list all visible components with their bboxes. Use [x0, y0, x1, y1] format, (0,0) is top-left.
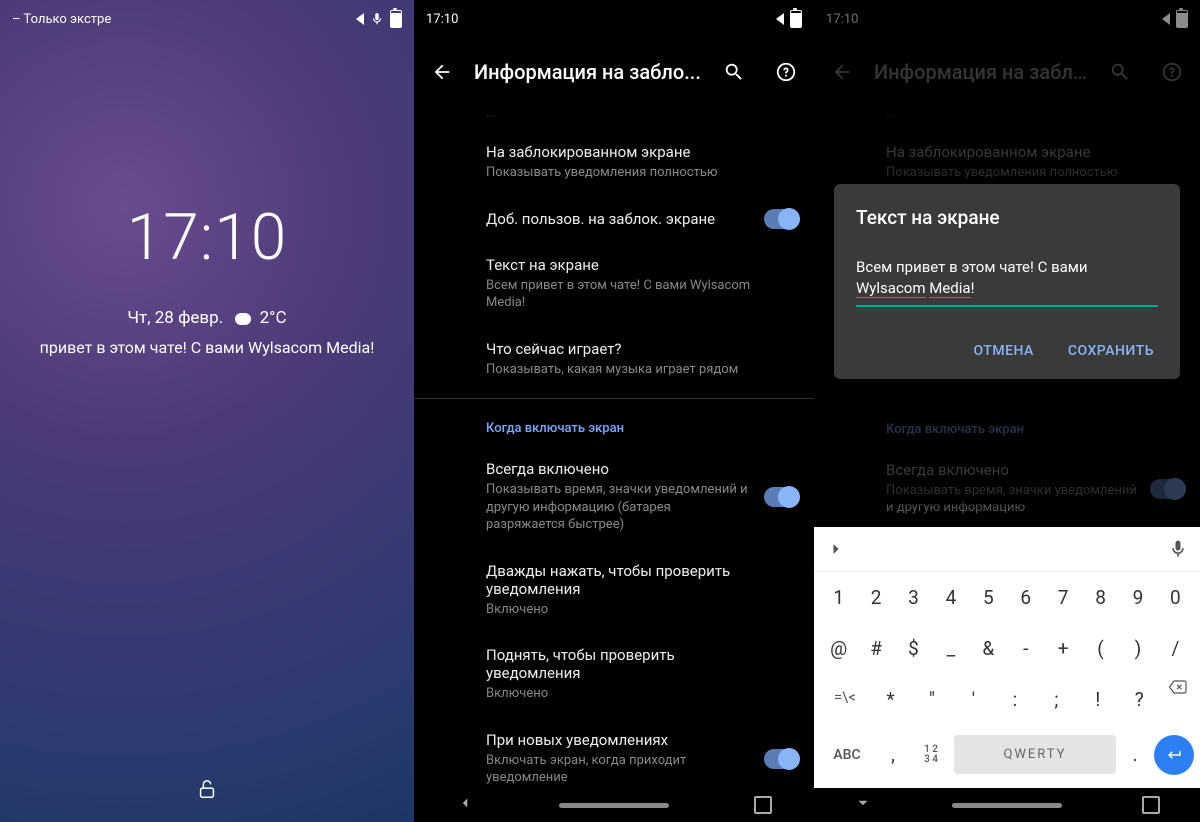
toggle-add-users[interactable] — [764, 209, 798, 229]
section-when-turn-on: Когда включать экран — [414, 405, 814, 446]
key[interactable]: 2 — [857, 576, 894, 619]
key[interactable]: & — [970, 627, 1007, 670]
lock-message: привет в этом чате! С вами Wylsacom Medi… — [0, 338, 414, 357]
item-lift-to-check[interactable]: Поднять, чтобы проверить уведомления Вкл… — [414, 632, 814, 717]
cancel-button[interactable]: ОТМЕНА — [969, 335, 1037, 367]
enter-key[interactable] — [1154, 735, 1194, 775]
key-period[interactable]: . — [1120, 733, 1150, 776]
save-button[interactable]: СОХРАНИТЬ — [1064, 335, 1158, 367]
toggle-new-notifications[interactable] — [764, 749, 798, 769]
nav-recent[interactable] — [1142, 796, 1160, 814]
item-on-lockscreen[interactable]: На заблокированном экране Показывать уве… — [414, 129, 814, 196]
key[interactable]: - — [1007, 627, 1044, 670]
nav-home[interactable] — [952, 803, 1062, 808]
settings-phone-dialog: 17:10 Информация на забло... ... На забл… — [814, 0, 1200, 822]
page-title: Информация на забло... — [474, 60, 702, 84]
settings-phone: 17:10 Информация на забло... ... На забл… — [414, 0, 814, 822]
keyboard[interactable]: 1234567890 @#$_&-+()/ =\< *"':;!? ABC , … — [814, 527, 1200, 788]
mic-icon — [370, 12, 384, 26]
nav-bar — [414, 788, 814, 822]
key[interactable]: 6 — [1007, 576, 1044, 619]
key[interactable]: * — [870, 678, 911, 721]
app-bar: Информация на забло... — [414, 46, 814, 98]
key[interactable]: 7 — [1044, 576, 1081, 619]
key-symbols[interactable]: =\< — [820, 678, 870, 721]
key[interactable]: # — [857, 627, 894, 670]
key[interactable]: : — [994, 678, 1035, 721]
carrier-text: – Только экстре — [12, 12, 111, 27]
nav-home[interactable] — [559, 803, 669, 808]
keyboard-row-3: =\< *"':;!? — [814, 674, 1200, 725]
dialog-text-input[interactable]: Всем привет в этом чате! С вами Wylsacom… — [856, 257, 1158, 307]
help-button[interactable] — [766, 52, 806, 92]
item-always-on[interactable]: Всегда включено Показывать время, значки… — [414, 446, 814, 548]
backspace-key[interactable] — [1160, 678, 1194, 721]
key[interactable]: 4 — [932, 576, 969, 619]
status-time: 17:10 — [426, 12, 458, 27]
keyboard-row-1: 1234567890 — [814, 572, 1200, 623]
spacebar[interactable]: QWERTY — [954, 735, 1116, 774]
item-lockscreen-text[interactable]: Текст на экране Всем привет в этом чате!… — [414, 242, 814, 326]
wifi-icon — [768, 13, 784, 25]
key[interactable]: + — [1044, 627, 1081, 670]
nav-recent[interactable] — [754, 796, 772, 814]
status-bar: 17:10 — [414, 0, 814, 34]
key[interactable]: 3 — [895, 576, 932, 619]
lockscreen-phone: – Только экстре 17:10 Чт, 28 февр. 2°C п… — [0, 0, 414, 822]
back-button[interactable] — [422, 52, 462, 92]
wifi-icon — [348, 13, 364, 25]
toggle-always-on[interactable] — [764, 487, 798, 507]
item-new-notifications[interactable]: При новых уведомлениях Включать экран, к… — [414, 717, 814, 788]
key[interactable]: $ — [895, 627, 932, 670]
key[interactable]: 8 — [1082, 576, 1119, 619]
key[interactable]: 5 — [970, 576, 1007, 619]
battery-icon — [390, 10, 402, 28]
key[interactable]: ? — [1119, 678, 1160, 721]
key[interactable]: @ — [820, 627, 857, 670]
key[interactable]: " — [911, 678, 952, 721]
item-add-users[interactable]: Доб. пользов. на заблок. экране — [414, 196, 814, 242]
key-abc[interactable]: ABC — [820, 747, 874, 763]
key[interactable]: ( — [1082, 627, 1119, 670]
dialog-title: Текст на экране — [856, 206, 1158, 229]
lock-date-weather: Чт, 28 февр. 2°C — [0, 308, 414, 328]
mic-icon[interactable] — [1168, 539, 1188, 563]
key[interactable]: 0 — [1157, 576, 1194, 619]
key[interactable]: 9 — [1119, 576, 1156, 619]
nav-back-icon[interactable] — [456, 794, 474, 816]
key[interactable]: ) — [1119, 627, 1156, 670]
key[interactable]: ; — [1036, 678, 1077, 721]
hint-what-to-show: ... — [414, 100, 814, 129]
nav-bar — [814, 788, 1200, 822]
text-on-screen-dialog: Текст на экране Всем привет в этом чате!… — [834, 184, 1180, 379]
unlock-icon[interactable] — [196, 776, 218, 806]
chevron-right-icon[interactable] — [826, 539, 846, 563]
status-bar: – Только экстре — [0, 0, 414, 34]
keyboard-row-2: @#$_&-+()/ — [814, 623, 1200, 674]
lock-clock: 17:10 — [0, 200, 414, 275]
key[interactable]: ! — [1077, 678, 1118, 721]
item-now-playing[interactable]: Что сейчас играет? Показывать, какая муз… — [414, 326, 814, 393]
divider — [414, 398, 814, 399]
settings-list[interactable]: ... На заблокированном экране Показывать… — [414, 100, 814, 788]
key[interactable]: 1 — [820, 576, 857, 619]
battery-icon — [790, 10, 802, 28]
key[interactable]: _ — [932, 627, 969, 670]
key[interactable]: / — [1157, 627, 1194, 670]
key[interactable]: ' — [953, 678, 994, 721]
search-button[interactable] — [714, 52, 754, 92]
key-fractions[interactable]: 1 2 3 4 — [912, 745, 950, 765]
item-double-tap[interactable]: Дважды нажать, чтобы проверить уведомлен… — [414, 548, 814, 633]
key-comma[interactable]: , — [878, 733, 908, 776]
cloud-icon — [235, 313, 251, 325]
nav-down-icon[interactable] — [854, 794, 872, 816]
